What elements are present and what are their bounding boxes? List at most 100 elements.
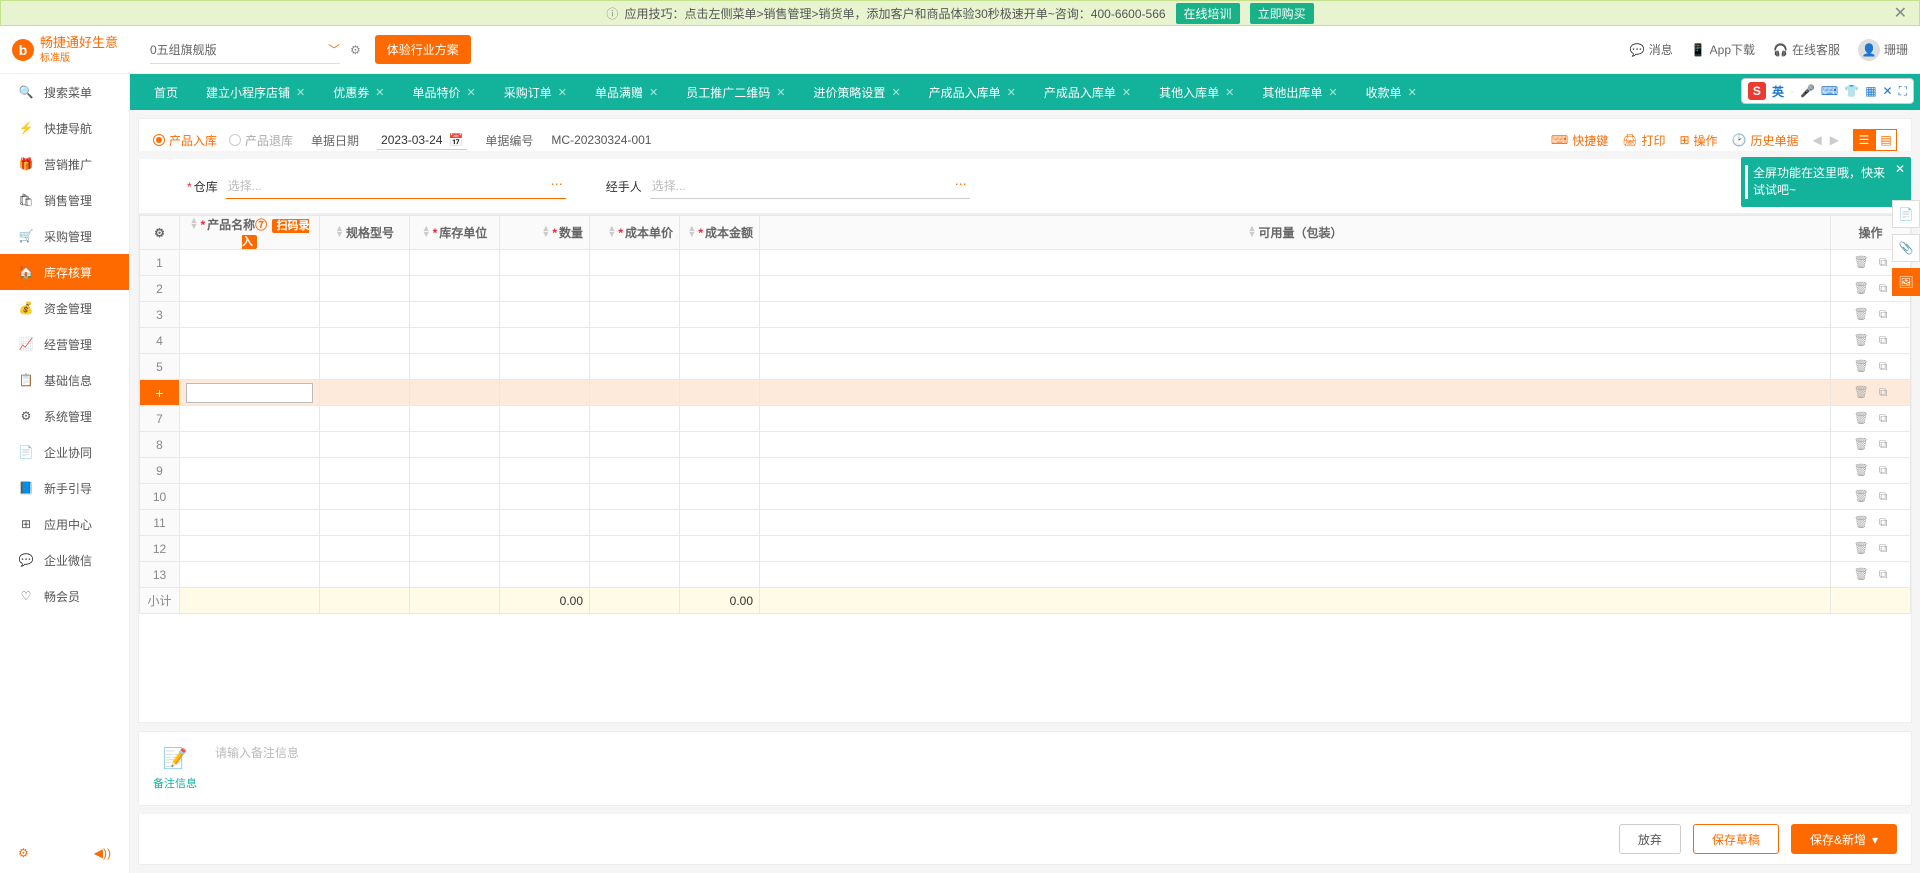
delete-row-icon[interactable]: 🗑 bbox=[1854, 541, 1869, 556]
col-amount[interactable]: ▲▼*成本金额 bbox=[680, 216, 760, 250]
save-draft-button[interactable]: 保存草稿 bbox=[1693, 824, 1779, 854]
card-view-toggle[interactable]: ▤ bbox=[1875, 129, 1897, 151]
column-settings-header[interactable]: ⚙ bbox=[140, 216, 180, 250]
history-button[interactable]: 🕑历史单据 bbox=[1732, 132, 1799, 149]
tab-10[interactable]: 其他入库单✕ bbox=[1145, 74, 1248, 110]
copy-row-icon[interactable]: ⧉ bbox=[1879, 333, 1888, 348]
delete-row-icon[interactable]: 🗑 bbox=[1854, 489, 1869, 504]
radio-product-in[interactable]: 产品入库 bbox=[153, 132, 217, 149]
delete-row-icon[interactable]: 🗑 bbox=[1854, 255, 1869, 270]
table-row[interactable]: 9🗑⧉ bbox=[140, 458, 1911, 484]
col-price[interactable]: ▲▼*成本单价 bbox=[590, 216, 680, 250]
tab-11[interactable]: 其他出库单✕ bbox=[1248, 74, 1351, 110]
col-product-name[interactable]: ▲▼*产品名称⑦ 扫码录入 bbox=[180, 216, 320, 250]
settings-bottom-icon[interactable]: ⚙ bbox=[18, 846, 29, 860]
warehouse-select[interactable]: 选择... ⋯ bbox=[226, 173, 566, 199]
delete-row-icon[interactable]: 🗑 bbox=[1854, 515, 1869, 530]
operate-button[interactable]: ⊞操作 bbox=[1679, 132, 1717, 149]
sidebar-item-9[interactable]: ⚙系统管理 bbox=[0, 398, 129, 434]
delete-row-icon[interactable]: 🗑 bbox=[1854, 359, 1869, 374]
copy-row-icon[interactable]: ⧉ bbox=[1879, 307, 1888, 322]
sidebar-item-2[interactable]: 🎁营销推广 bbox=[0, 146, 129, 182]
tab-close-icon[interactable]: ✕ bbox=[1408, 86, 1417, 99]
tab-close-icon[interactable]: ✕ bbox=[296, 86, 305, 99]
sidebar-item-0[interactable]: 🔍搜索菜单 bbox=[0, 74, 129, 110]
tab-7[interactable]: 进价策略设置✕ bbox=[799, 74, 914, 110]
prev-record-icon[interactable]: ◀ bbox=[1813, 133, 1822, 147]
table-row[interactable]: 4🗑⧉ bbox=[140, 328, 1911, 354]
copy-row-icon[interactable]: ⧉ bbox=[1879, 489, 1888, 504]
tab-0[interactable]: 首页 bbox=[140, 74, 192, 110]
col-unit[interactable]: ▲▼*库存单位 bbox=[410, 216, 500, 250]
col-spec[interactable]: ▲▼规格型号 bbox=[320, 216, 410, 250]
table-row[interactable]: 3🗑⧉ bbox=[140, 302, 1911, 328]
ime-indicator[interactable]: S 英 · 🎤 ⌨ 👕 ▦ ✕ ⛶ bbox=[1741, 78, 1914, 104]
table-row[interactable]: 2🗑⧉ bbox=[140, 276, 1911, 302]
list-view-toggle[interactable]: ☰ bbox=[1853, 129, 1875, 151]
tab-5[interactable]: 单品满赠✕ bbox=[581, 74, 672, 110]
table-row[interactable]: 7🗑⧉ bbox=[140, 406, 1911, 432]
tab-close-icon[interactable]: ✕ bbox=[1328, 86, 1337, 99]
table-row[interactable]: 8🗑⧉ bbox=[140, 432, 1911, 458]
bill-date-field[interactable]: 2023-03-24 📅 bbox=[377, 131, 467, 150]
tab-close-icon[interactable]: ✕ bbox=[649, 86, 658, 99]
copy-row-icon[interactable]: ⧉ bbox=[1879, 359, 1888, 374]
messages-link[interactable]: 💬消息 bbox=[1630, 41, 1673, 58]
table-row[interactable]: 12🗑⧉ bbox=[140, 536, 1911, 562]
user-menu[interactable]: 👤珊珊 bbox=[1858, 39, 1908, 61]
sidebar-item-12[interactable]: ⊞应用中心 bbox=[0, 506, 129, 542]
table-row[interactable]: 13🗑⧉ bbox=[140, 562, 1911, 588]
sidebar-item-8[interactable]: 📋基础信息 bbox=[0, 362, 129, 398]
sidebar-item-1[interactable]: ⚡快捷导航 bbox=[0, 110, 129, 146]
sidebar-item-5[interactable]: 🏠库存核算 bbox=[0, 254, 129, 290]
online-service-link[interactable]: 🎧在线客服 bbox=[1773, 41, 1840, 58]
next-record-icon[interactable]: ▶ bbox=[1830, 133, 1839, 147]
sidebar-item-6[interactable]: 💰资金管理 bbox=[0, 290, 129, 326]
handler-select[interactable]: 选择... ⋯ bbox=[650, 173, 970, 199]
col-qty[interactable]: ▲▼*数量 bbox=[500, 216, 590, 250]
tab-12[interactable]: 收款单✕ bbox=[1352, 74, 1431, 110]
sidebar-item-7[interactable]: 📈经营管理 bbox=[0, 326, 129, 362]
promo-close-icon[interactable]: ✕ bbox=[1894, 3, 1907, 23]
sidebar-item-10[interactable]: 📄企业协同 bbox=[0, 434, 129, 470]
sidebar-item-11[interactable]: 📘新手引导 bbox=[0, 470, 129, 506]
tab-close-icon[interactable]: ✕ bbox=[1122, 86, 1131, 99]
tab-1[interactable]: 建立小程序店铺✕ bbox=[192, 74, 319, 110]
tab-close-icon[interactable]: ✕ bbox=[467, 86, 476, 99]
table-row[interactable]: +🗑⧉ bbox=[140, 380, 1911, 406]
col-available[interactable]: ▲▼可用量（包装） bbox=[760, 216, 1831, 250]
copy-row-icon[interactable]: ⧉ bbox=[1879, 541, 1888, 556]
buy-now-button[interactable]: 立即购买 bbox=[1250, 3, 1314, 24]
try-industry-button[interactable]: 体验行业方案 bbox=[375, 35, 471, 64]
delete-row-icon[interactable]: 🗑 bbox=[1854, 307, 1869, 322]
table-row[interactable]: 10🗑⧉ bbox=[140, 484, 1911, 510]
sidebar-item-13[interactable]: 💬企业微信 bbox=[0, 542, 129, 578]
app-download-link[interactable]: 📱App下载 bbox=[1691, 41, 1755, 58]
settings-icon[interactable]: ⚙ bbox=[350, 43, 361, 57]
tip-close-icon[interactable]: ✕ bbox=[1895, 161, 1905, 178]
tab-close-icon[interactable]: ✕ bbox=[375, 86, 384, 99]
side-pin-image-icon[interactable]: 🖼 bbox=[1892, 268, 1920, 296]
save-and-new-button[interactable]: 保存&新增▾ bbox=[1791, 824, 1897, 854]
delete-row-icon[interactable]: 🗑 bbox=[1854, 437, 1869, 452]
delete-row-icon[interactable]: 🗑 bbox=[1854, 333, 1869, 348]
radio-product-out[interactable]: 产品退库 bbox=[229, 132, 293, 149]
delete-row-icon[interactable]: 🗑 bbox=[1854, 281, 1869, 296]
side-pin-attach-icon[interactable]: 📎 bbox=[1892, 234, 1920, 262]
tab-3[interactable]: 单品特价✕ bbox=[398, 74, 489, 110]
shortcut-button[interactable]: ⌨快捷键 bbox=[1551, 132, 1608, 149]
copy-row-icon[interactable]: ⧉ bbox=[1879, 567, 1888, 582]
print-button[interactable]: 🖨打印 bbox=[1622, 132, 1665, 149]
copy-row-icon[interactable]: ⧉ bbox=[1879, 255, 1888, 270]
copy-row-icon[interactable]: ⧉ bbox=[1879, 281, 1888, 296]
remark-input[interactable] bbox=[215, 746, 1897, 760]
table-row[interactable]: 5🗑⧉ bbox=[140, 354, 1911, 380]
delete-row-icon[interactable]: 🗑 bbox=[1854, 567, 1869, 582]
side-pin-doc-icon[interactable]: 📄 bbox=[1892, 200, 1920, 228]
copy-row-icon[interactable]: ⧉ bbox=[1879, 515, 1888, 530]
tab-close-icon[interactable]: ✕ bbox=[558, 86, 567, 99]
product-name-input[interactable] bbox=[186, 383, 313, 403]
tab-4[interactable]: 采购订单✕ bbox=[490, 74, 581, 110]
sidebar-item-4[interactable]: 🛒采购管理 bbox=[0, 218, 129, 254]
copy-row-icon[interactable]: ⧉ bbox=[1879, 411, 1888, 426]
